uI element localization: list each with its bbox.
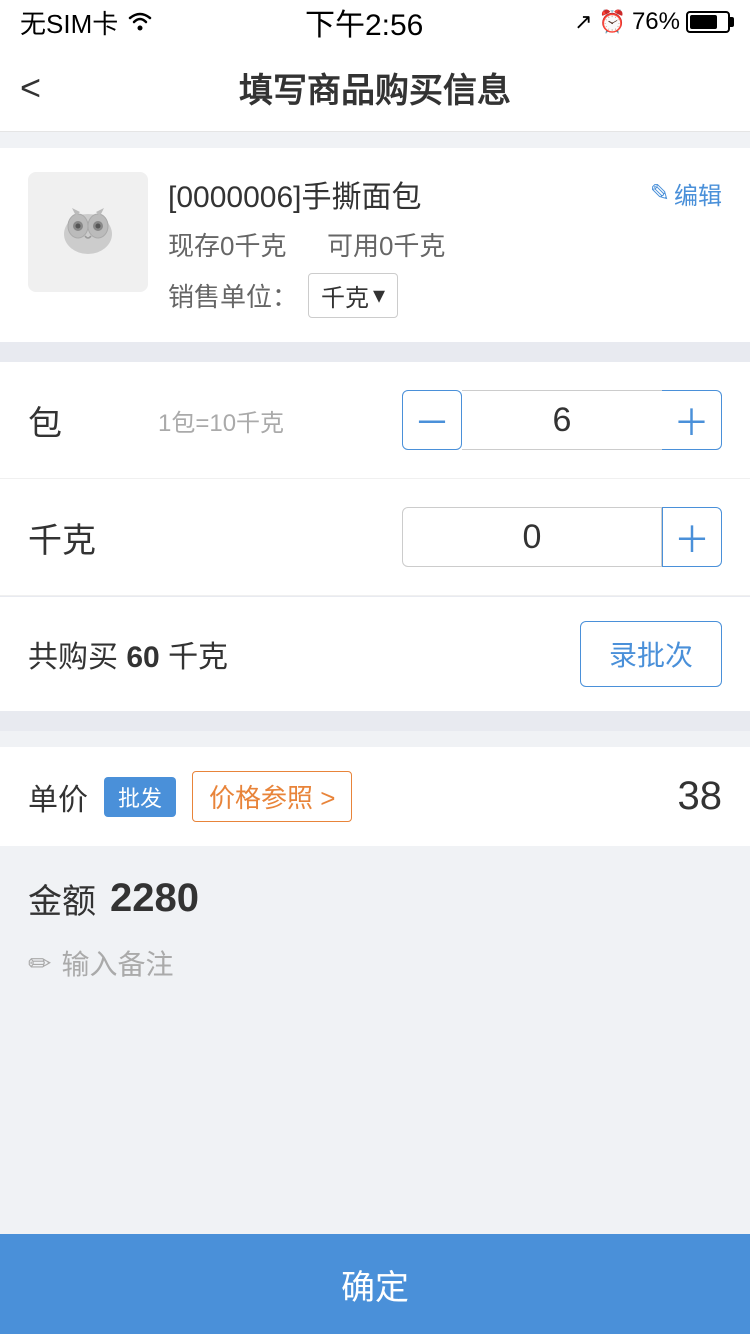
product-info: [0000006]手撕面包 现存0千克 可用0千克 销售单位： 千克 ▾: [168, 172, 722, 318]
back-button[interactable]: <: [20, 67, 41, 109]
price-value: 38: [678, 774, 723, 819]
stock-label: 现存0千克: [168, 231, 286, 261]
package-input-row: 包 1包=10千克 － ＋: [0, 362, 750, 479]
package-input-section: 包 1包=10千克 － ＋ 千克 ＋: [0, 362, 750, 596]
time-label: 下午2:56: [305, 0, 423, 44]
status-right: ↗ ⏰ 76%: [574, 8, 730, 36]
amount-row: 金额 2280: [28, 874, 722, 923]
product-card: [0000006]手撕面包 现存0千克 可用0千克 销售单位： 千克 ▾ ✎ 编…: [0, 148, 750, 342]
package-input[interactable]: [462, 390, 662, 450]
product-thumbnail: [28, 172, 148, 292]
product-unit-row: 销售单位： 千克 ▾: [168, 273, 722, 318]
stock-separator: [294, 231, 320, 261]
remark-placeholder: 输入备注: [61, 943, 173, 983]
unit-prefix: 销售单位：: [168, 277, 298, 314]
edit-button[interactable]: ✎ 编辑: [650, 176, 722, 211]
unit-select[interactable]: 千克 ▾: [308, 273, 398, 318]
price-label: 单价: [28, 775, 88, 819]
available-label: 可用0千克: [327, 231, 445, 261]
edit-icon: ✎: [650, 179, 670, 208]
product-stock: 现存0千克 可用0千克: [168, 226, 722, 263]
plus-icon-kg: ＋: [674, 511, 710, 563]
product-name: [0000006]手撕面包: [168, 172, 722, 216]
plus-icon: ＋: [673, 394, 709, 446]
amount-section: 金额 2280 ✏ 输入备注: [0, 846, 750, 1011]
kilogram-input[interactable]: [402, 507, 662, 567]
package-label: 包: [28, 396, 148, 445]
product-logo: [52, 190, 124, 274]
kilogram-increment-button[interactable]: ＋: [662, 507, 722, 567]
kilogram-input-row: 千克 ＋: [0, 479, 750, 596]
kilogram-label: 千克: [28, 513, 148, 562]
battery-icon: [686, 11, 730, 33]
remark-icon: ✏: [28, 947, 51, 980]
unit-value: 千克: [321, 278, 369, 313]
price-ref-button[interactable]: 价格参照 >: [192, 771, 352, 822]
location-icon: ↗: [574, 9, 592, 35]
unit-chevron: ▾: [373, 281, 385, 310]
price-row: 单价 批发 价格参照 > 38: [28, 771, 722, 822]
page-title: 填写商品购买信息: [239, 63, 511, 112]
minus-icon: －: [414, 394, 450, 446]
price-section: 单价 批发 价格参照 > 38: [0, 747, 750, 846]
alarm-icon: ⏰: [599, 9, 626, 35]
wifi-icon: [126, 7, 154, 38]
summary-prefix: 共购买: [28, 641, 118, 674]
confirm-label: 确定: [341, 1260, 409, 1309]
confirm-bar[interactable]: 确定: [0, 1234, 750, 1334]
section-divider-1: [0, 342, 750, 362]
summary-text: 共购买 60 千克: [28, 632, 580, 676]
battery-percent: 76%: [632, 8, 680, 36]
status-bar: 无SIM卡 下午2:56 ↗ ⏰ 76%: [0, 0, 750, 44]
remark-row[interactable]: ✏ 输入备注: [28, 943, 722, 983]
edit-label: 编辑: [674, 176, 722, 211]
summary-quantity: 60: [126, 641, 159, 674]
kilogram-controls: ＋: [402, 507, 722, 567]
package-hint: 1包=10千克: [158, 403, 402, 438]
amount-label: 金额: [28, 874, 96, 923]
section-divider-2: [0, 711, 750, 731]
package-increment-button[interactable]: ＋: [662, 390, 722, 450]
summary-unit: 千克: [168, 641, 228, 674]
price-badge: 批发: [104, 777, 176, 817]
package-controls: － ＋: [402, 390, 722, 450]
nav-bar: < 填写商品购买信息: [0, 44, 750, 132]
summary-row: 共购买 60 千克 录批次: [0, 596, 750, 711]
carrier-label: 无SIM卡: [20, 4, 118, 41]
batch-button[interactable]: 录批次: [580, 621, 722, 687]
status-left: 无SIM卡: [20, 4, 154, 41]
package-decrement-button[interactable]: －: [402, 390, 462, 450]
amount-value: 2280: [110, 876, 199, 921]
